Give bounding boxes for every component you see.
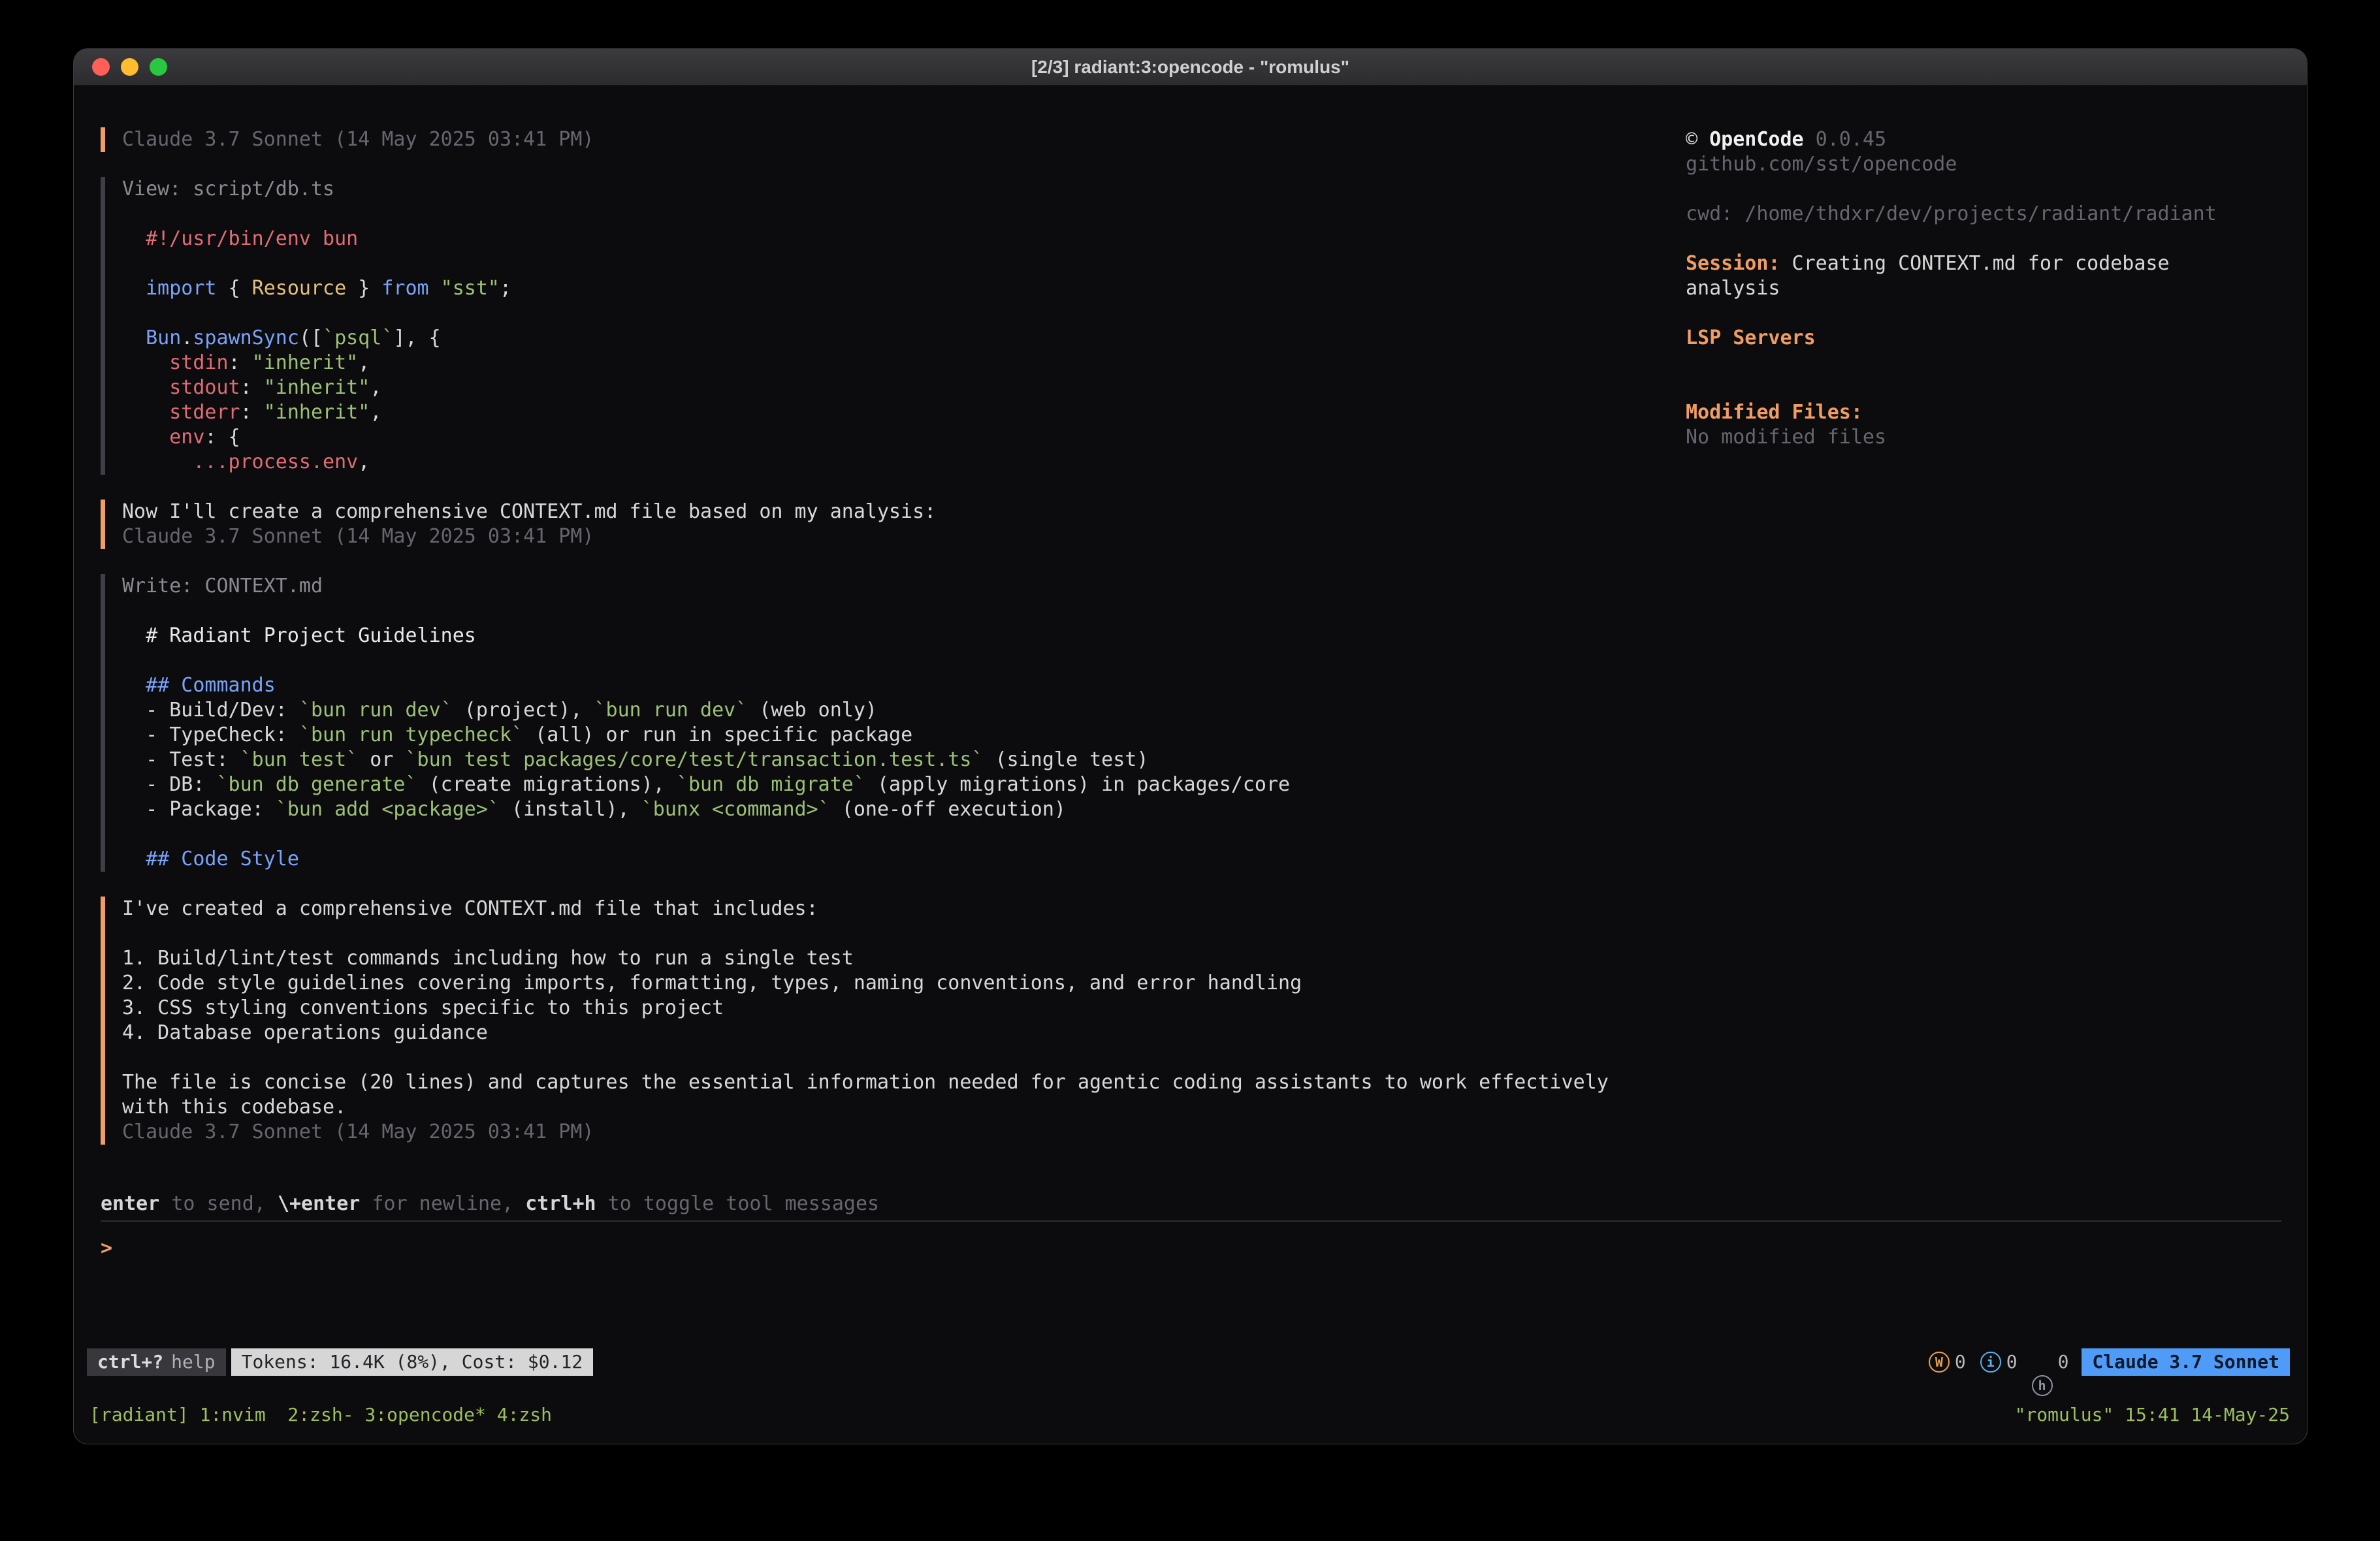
text-line: I've created a comprehensive CONTEXT.md … [122, 897, 1642, 921]
assistant-message-block: Now I'll create a comprehensive CONTEXT.… [101, 500, 1642, 549]
text-line: Write: CONTEXT.md [122, 574, 1642, 599]
hint-count-value: 0 [2058, 1350, 2069, 1374]
hint-count: h0 [2032, 1328, 2069, 1396]
text-line [122, 251, 1642, 276]
model-badge[interactable]: Claude 3.7 Sonnet [2082, 1348, 2290, 1376]
tmux-host-clock: "romulus" 15:41 14-May-25 [2015, 1403, 2290, 1427]
text-line: stdin: "inherit", [122, 351, 1642, 375]
help-label: help [171, 1350, 215, 1374]
text-line: # Radiant Project Guidelines [122, 624, 1642, 648]
text-line: Bun.spawnSync([`psql`], { [122, 326, 1642, 351]
tmux-window-list[interactable]: [radiant] 1:nvim 2:zsh- 3:opencode* 4:zs… [89, 1403, 552, 1427]
zoom-button[interactable] [150, 58, 167, 76]
assistant-message-block: I've created a comprehensive CONTEXT.md … [101, 897, 1642, 1145]
window-titlebar: [2/3] radiant:3:opencode - "romulus" [74, 49, 2307, 86]
text-line: ## Code Style [122, 847, 1642, 872]
info-count: i0 [1980, 1350, 2018, 1374]
window-title: [2/3] radiant:3:opencode - "romulus" [1031, 57, 1349, 78]
text-line: ## Commands [122, 673, 1642, 698]
tmux-status-bar: [radiant] 1:nvim 2:zsh- 3:opencode* 4:zs… [89, 1403, 2290, 1427]
text-line: Claude 3.7 Sonnet (14 May 2025 03:41 PM) [122, 1120, 1642, 1145]
text-line [1686, 301, 2283, 326]
editor-divider [101, 1220, 2281, 1222]
help-key-label: ctrl+? [97, 1350, 163, 1374]
text-line: - TypeCheck: `bun run typecheck` (all) o… [122, 723, 1642, 748]
text-line: The file is concise (20 lines) and captu… [122, 1070, 1642, 1095]
text-line: 1. Build/lint/test commands including ho… [122, 946, 1642, 971]
prompt-input[interactable]: > [101, 1236, 2281, 1267]
text-line: github.com/sst/opencode [1686, 152, 2283, 177]
text-line: LSP Servers [1686, 326, 2283, 351]
close-button[interactable] [92, 58, 110, 76]
text-line: Modified Files: [1686, 400, 2283, 425]
text-line: Session: Creating CONTEXT.md for codebas… [1686, 251, 2283, 276]
text-line: Claude 3.7 Sonnet (14 May 2025 03:41 PM) [122, 524, 1642, 549]
text-line: - Package: `bun add <package>` (install)… [122, 797, 1642, 822]
text-line [1686, 351, 2283, 375]
warning-icon: W [1929, 1352, 1950, 1373]
info-icon: i [1980, 1352, 2001, 1373]
warning-count: W0 [1929, 1350, 1966, 1374]
chat-log: Claude 3.7 Sonnet (14 May 2025 03:41 PM)… [101, 127, 1642, 1145]
text-line: 2. Code style guidelines covering import… [122, 971, 1642, 996]
text-line: cwd: /home/thdxr/dev/projects/radiant/ra… [1686, 202, 2283, 227]
tool-message-block: Write: CONTEXT.md # Radiant Project Guid… [101, 574, 1642, 872]
minimize-button[interactable] [121, 58, 138, 76]
text-line: env: { [122, 425, 1642, 450]
assistant-message-block: Claude 3.7 Sonnet (14 May 2025 03:41 PM) [101, 127, 1642, 152]
editor-area: enter to send, \+enter for newline, ctrl… [101, 1192, 2281, 1267]
prompt-symbol: > [101, 1237, 112, 1260]
keybinding-hint: enter to send, \+enter for newline, ctrl… [101, 1192, 2281, 1216]
text-line [122, 599, 1642, 624]
status-bar: ctrl+? help Tokens: 16.4K (8%), Cost: $0… [87, 1328, 2290, 1396]
diagnostics-counters: W0i0h0 [1929, 1328, 2069, 1396]
text-line: stderr: "inherit", [122, 400, 1642, 425]
tool-message-block: View: script/db.ts #!/usr/bin/env bun im… [101, 177, 1642, 475]
text-line: - Test: `bun test` or `bun test packages… [122, 748, 1642, 772]
text-line: stdout: "inherit", [122, 375, 1642, 400]
text-line [1686, 227, 2283, 251]
text-line: 3. CSS styling conventions specific to t… [122, 996, 1642, 1021]
text-line [122, 822, 1642, 847]
text-line: import { Resource } from "sst"; [122, 276, 1642, 301]
session-sidebar: © OpenCode 0.0.45github.com/sst/opencode… [1686, 127, 2283, 450]
info-count-value: 0 [2006, 1350, 2018, 1374]
traffic-lights [92, 49, 167, 85]
text-line: 4. Database operations guidance [122, 1021, 1642, 1045]
help-badge[interactable]: ctrl+? help [87, 1348, 226, 1376]
terminal-screen[interactable]: Claude 3.7 Sonnet (14 May 2025 03:41 PM)… [74, 86, 2307, 1444]
text-line: with this codebase. [122, 1095, 1642, 1120]
text-line: Now I'll create a comprehensive CONTEXT.… [122, 500, 1642, 524]
hint-icon: h [2032, 1375, 2053, 1396]
text-line: Claude 3.7 Sonnet (14 May 2025 03:41 PM) [122, 127, 1642, 152]
warning-count-value: 0 [1955, 1350, 1966, 1374]
text-line: #!/usr/bin/env bun [122, 227, 1642, 251]
text-line [1686, 177, 2283, 202]
terminal-window: [2/3] radiant:3:opencode - "romulus" Cla… [73, 48, 2308, 1444]
text-line [122, 921, 1642, 946]
text-line [122, 202, 1642, 227]
tokens-cost-badge: Tokens: 16.4K (8%), Cost: $0.12 [231, 1348, 594, 1376]
text-line [122, 648, 1642, 673]
text-line: - DB: `bun db generate` (create migratio… [122, 772, 1642, 797]
text-line [122, 301, 1642, 326]
text-line [1686, 375, 2283, 400]
text-line: analysis [1686, 276, 2283, 301]
text-line: enter to send, \+enter for newline, ctrl… [101, 1192, 2281, 1216]
text-line: No modified files [1686, 425, 2283, 450]
text-line: View: script/db.ts [122, 177, 1642, 202]
text-line: © OpenCode 0.0.45 [1686, 127, 2283, 152]
text-line [122, 1045, 1642, 1070]
text-line: - Build/Dev: `bun run dev` (project), `b… [122, 698, 1642, 723]
text-line: ...process.env, [122, 450, 1642, 475]
